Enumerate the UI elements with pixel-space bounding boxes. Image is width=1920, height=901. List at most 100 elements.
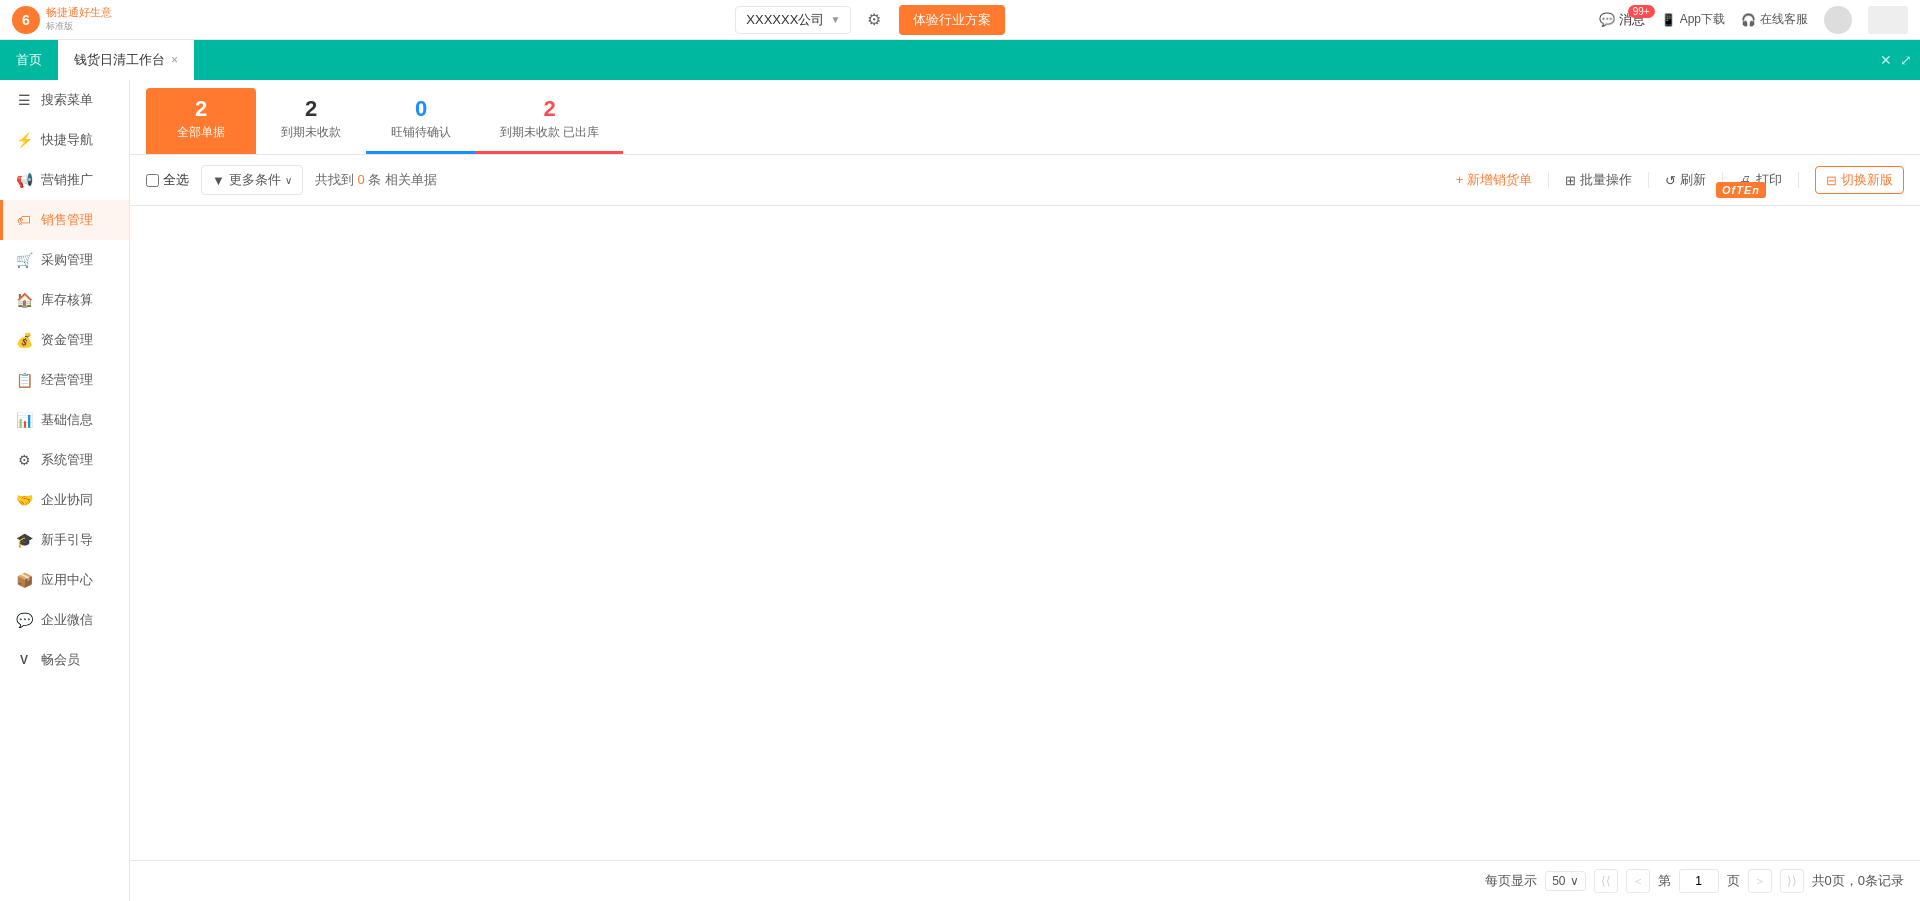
sidebar-item-quick-nav[interactable]: ⚡ 快捷导航 bbox=[0, 120, 129, 160]
filter-chevron-icon: ∨ bbox=[285, 175, 292, 186]
filter-icon: ▼ bbox=[212, 173, 225, 188]
tab-workbench[interactable]: 钱货日清工作台 × bbox=[58, 40, 194, 80]
add-sales-order-button[interactable]: + 新增销货单 bbox=[1456, 171, 1532, 189]
basic-info-icon: 📊 bbox=[15, 411, 33, 429]
stat-tab-all[interactable]: 2 全部单据 bbox=[146, 88, 256, 154]
sidebar-label-search: 搜索菜单 bbox=[41, 91, 93, 109]
quick-nav-icon: ⚡ bbox=[15, 131, 33, 149]
sidebar-item-marketing[interactable]: 📢 营销推广 bbox=[0, 160, 129, 200]
sidebar-label-finance: 资金管理 bbox=[41, 331, 93, 349]
company-name: XXXXXX公司 bbox=[746, 11, 824, 29]
purchase-icon: 🛒 bbox=[15, 251, 33, 269]
page-size-value: 50 bbox=[1552, 874, 1565, 888]
pagination-bar: 每页显示 50 ∨ ⟨⟨ ＜ 第 页 ＞ ⟩⟩ 共0页，0条记录 bbox=[130, 860, 1920, 901]
chevron-down-icon: ▼ bbox=[830, 14, 840, 25]
user-name[interactable] bbox=[1868, 6, 1908, 34]
logo-area: 6 畅捷通好生意 标准版 bbox=[12, 6, 142, 34]
found-suffix: 相关单据 bbox=[385, 172, 437, 187]
online-service-button[interactable]: 🎧 在线客服 bbox=[1741, 11, 1808, 28]
content-area: 2 全部单据 2 到期未收款 0 旺铺待确认 2 到期未收款 已出库 全选 bbox=[130, 80, 1920, 901]
page-size-selector[interactable]: 50 ∨ bbox=[1545, 871, 1585, 891]
tab-workbench-label: 钱货日清工作台 bbox=[74, 51, 165, 69]
empty-state bbox=[130, 206, 1920, 860]
sidebar-item-app-center[interactable]: 📦 应用中心 bbox=[0, 560, 129, 600]
next-page-button[interactable]: ＞ bbox=[1748, 869, 1772, 893]
select-all-input[interactable] bbox=[146, 174, 159, 187]
sidebar-label-purchase: 采购管理 bbox=[41, 251, 93, 269]
refresh-label: 刷新 bbox=[1680, 171, 1706, 189]
page-number-input[interactable] bbox=[1679, 869, 1719, 893]
sidebar-item-sales[interactable]: 🏷 销售管理 bbox=[0, 200, 129, 240]
sidebar-label-sales: 销售管理 bbox=[41, 211, 93, 229]
sidebar: ☰ 搜索菜单 ⚡ 快捷导航 📢 营销推广 🏷 销售管理 🛒 采购管理 🏠 库存核… bbox=[0, 80, 130, 901]
message-badge: 99+ bbox=[1628, 5, 1655, 18]
batch-label: 批量操作 bbox=[1580, 171, 1632, 189]
tab-home[interactable]: 首页 bbox=[0, 40, 58, 80]
operations-icon: 📋 bbox=[15, 371, 33, 389]
sidebar-item-operations[interactable]: 📋 经营管理 bbox=[0, 360, 129, 400]
sidebar-item-inventory[interactable]: 🏠 库存核算 bbox=[0, 280, 129, 320]
found-unit: 条 bbox=[368, 172, 381, 187]
sidebar-item-basic-info[interactable]: 📊 基础信息 bbox=[0, 400, 129, 440]
filter-label: 更多条件 bbox=[229, 171, 281, 189]
sidebar-item-purchase[interactable]: 🛒 采购管理 bbox=[0, 240, 129, 280]
stats-tabs: 2 全部单据 2 到期未收款 0 旺铺待确认 2 到期未收款 已出库 bbox=[130, 80, 1920, 155]
sidebar-item-system[interactable]: ⚙ 系统管理 bbox=[0, 440, 129, 480]
experience-btn[interactable]: 体验行业方案 bbox=[899, 5, 1005, 35]
refresh-icon: ↺ bbox=[1665, 173, 1676, 188]
online-service-label: 在线客服 bbox=[1760, 11, 1808, 28]
sidebar-item-cooperation[interactable]: 🤝 企业协同 bbox=[0, 480, 129, 520]
sidebar-label-quick-nav: 快捷导航 bbox=[41, 131, 93, 149]
found-pre: 共找到 bbox=[315, 172, 354, 187]
message-icon: 💬 bbox=[1599, 12, 1615, 27]
download-icon: 📱 bbox=[1661, 13, 1676, 27]
filter-button[interactable]: ▼ 更多条件 ∨ bbox=[201, 165, 303, 195]
sidebar-item-vip[interactable]: V 畅会员 bbox=[0, 640, 129, 680]
sidebar-label-guide: 新手引导 bbox=[41, 531, 93, 549]
divider-2 bbox=[1648, 172, 1649, 188]
wechat-icon: 💬 bbox=[15, 611, 33, 629]
sidebar-item-guide[interactable]: 🎓 新手引导 bbox=[0, 520, 129, 560]
page-size-arrow: ∨ bbox=[1570, 874, 1579, 888]
close-tab-icon[interactable]: × bbox=[171, 53, 178, 67]
first-page-button[interactable]: ⟨⟨ bbox=[1594, 869, 1618, 893]
sidebar-item-enterprise-wechat[interactable]: 💬 企业微信 bbox=[0, 600, 129, 640]
divider-1 bbox=[1548, 172, 1549, 188]
batch-operation-button[interactable]: ⊞ 批量操作 bbox=[1565, 171, 1632, 189]
avatar[interactable] bbox=[1824, 6, 1852, 34]
prev-page-button[interactable]: ＜ bbox=[1626, 869, 1650, 893]
app-download-button[interactable]: 📱 App下载 bbox=[1661, 11, 1725, 28]
app-download-label: App下载 bbox=[1680, 11, 1725, 28]
sidebar-label-enterprise-wechat: 企业微信 bbox=[41, 611, 93, 629]
close-window-icon[interactable]: ✕ bbox=[1880, 52, 1892, 68]
stat-count-all: 2 bbox=[195, 96, 207, 122]
last-page-button[interactable]: ⟩⟩ bbox=[1780, 869, 1804, 893]
logo-text: 畅捷通好生意 bbox=[46, 6, 112, 19]
stat-tab-wangpu[interactable]: 0 旺铺待确认 bbox=[366, 88, 476, 154]
switch-new-version-button[interactable]: ⊟ 切换新版 bbox=[1815, 166, 1904, 194]
stat-label-overdue-shipped: 到期未收款 已出库 bbox=[500, 124, 599, 141]
add-icon: + 新增销货单 bbox=[1456, 171, 1532, 189]
logo-icon: 6 bbox=[12, 6, 40, 34]
search-menu-icon: ☰ bbox=[15, 91, 33, 109]
finance-icon: 💰 bbox=[15, 331, 33, 349]
guide-icon: 🎓 bbox=[15, 531, 33, 549]
service-icon: 🎧 bbox=[1741, 13, 1756, 27]
messages-button[interactable]: 💬 消息 99+ bbox=[1599, 11, 1645, 29]
stat-count-overdue: 2 bbox=[305, 96, 317, 122]
sidebar-label-basic-info: 基础信息 bbox=[41, 411, 93, 429]
sidebar-label-marketing: 营销推广 bbox=[41, 171, 93, 189]
maximize-icon[interactable]: ⤢ bbox=[1900, 52, 1912, 68]
gear-icon[interactable]: ⚙ bbox=[867, 10, 881, 29]
select-all-checkbox[interactable]: 全选 bbox=[146, 171, 189, 189]
app-center-icon: 📦 bbox=[15, 571, 33, 589]
sidebar-item-search[interactable]: ☰ 搜索菜单 bbox=[0, 80, 129, 120]
stat-tab-overdue[interactable]: 2 到期未收款 bbox=[256, 88, 366, 154]
company-selector[interactable]: XXXXXX公司 ▼ bbox=[735, 6, 851, 34]
sidebar-item-finance[interactable]: 💰 资金管理 bbox=[0, 320, 129, 360]
total-info: 共0页，0条记录 bbox=[1812, 872, 1904, 890]
refresh-button[interactable]: ↺ 刷新 bbox=[1665, 171, 1706, 189]
stat-tab-overdue-shipped[interactable]: 2 到期未收款 已出库 bbox=[476, 88, 623, 154]
current-page-label: 第 bbox=[1658, 872, 1671, 890]
cooperation-icon: 🤝 bbox=[15, 491, 33, 509]
